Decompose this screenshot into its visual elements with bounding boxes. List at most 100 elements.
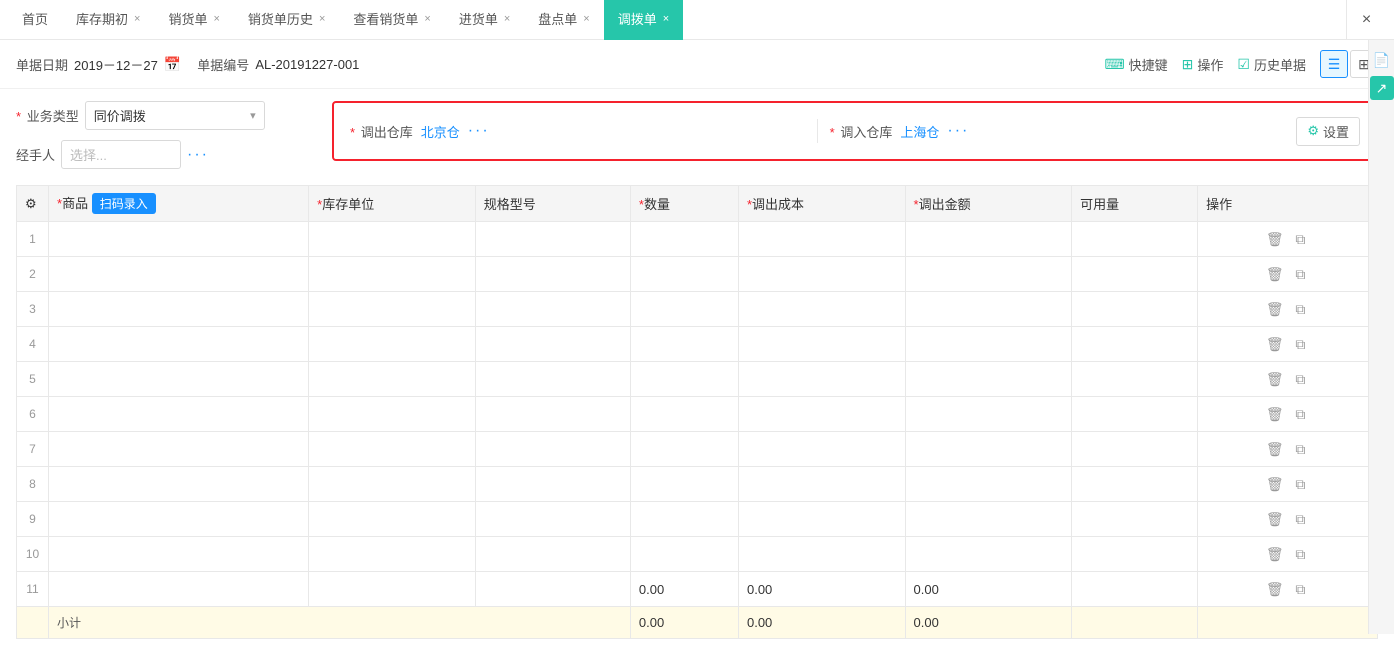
product-cell-4[interactable]: [49, 327, 309, 362]
quantity-cell-7[interactable]: [630, 432, 738, 467]
operations-button[interactable]: ⊞ 操作: [1182, 55, 1224, 74]
available-cell-3[interactable]: [1072, 292, 1198, 327]
tab-close-inventory-check[interactable]: ×: [583, 13, 589, 25]
amount-cell-9[interactable]: [905, 502, 1072, 537]
product-cell-7[interactable]: [49, 432, 309, 467]
delete-icon-11[interactable]: 🗑: [1264, 578, 1286, 600]
available-cell-1[interactable]: [1072, 222, 1198, 257]
available-cell-9[interactable]: [1072, 502, 1198, 537]
quantity-cell-2[interactable]: [630, 257, 738, 292]
copy-icon-5[interactable]: ⧉: [1289, 368, 1311, 390]
tab-view-sales[interactable]: 查看销货单 ×: [339, 0, 444, 40]
tab-close-transfer-order[interactable]: ×: [663, 13, 669, 25]
cost-cell-6[interactable]: [738, 397, 905, 432]
tab-close-sales-history[interactable]: ×: [319, 13, 325, 25]
cost-cell-9[interactable]: [738, 502, 905, 537]
unit-cell-1[interactable]: [309, 222, 476, 257]
unit-cell-6[interactable]: [309, 397, 476, 432]
tab-inventory-check[interactable]: 盘点单 ×: [524, 0, 603, 40]
quantity-cell-8[interactable]: [630, 467, 738, 502]
scan-barcode-button[interactable]: 扫码录入: [92, 193, 156, 214]
delete-icon-2[interactable]: 🗑: [1264, 263, 1286, 285]
amount-cell-4[interactable]: [905, 327, 1072, 362]
copy-icon-9[interactable]: ⧉: [1289, 508, 1311, 530]
available-cell-10[interactable]: [1072, 537, 1198, 572]
tab-sales-order[interactable]: 销货单 ×: [154, 0, 233, 40]
spec-cell-6[interactable]: [475, 397, 630, 432]
amount-cell-7[interactable]: [905, 432, 1072, 467]
spec-cell-9[interactable]: [475, 502, 630, 537]
available-cell-11[interactable]: [1072, 572, 1198, 607]
amount-cell-1[interactable]: [905, 222, 1072, 257]
copy-icon-8[interactable]: ⧉: [1289, 473, 1311, 495]
quantity-cell-9[interactable]: [630, 502, 738, 537]
unit-cell-8[interactable]: [309, 467, 476, 502]
cost-cell-8[interactable]: [738, 467, 905, 502]
copy-icon-1[interactable]: ⧉: [1289, 228, 1311, 250]
copy-icon-11[interactable]: ⧉: [1289, 578, 1311, 600]
amount-cell-2[interactable]: [905, 257, 1072, 292]
cost-cell-11[interactable]: 0.00: [738, 572, 905, 607]
cost-cell-3[interactable]: [738, 292, 905, 327]
cost-cell-5[interactable]: [738, 362, 905, 397]
handler-more-icon[interactable]: ···: [187, 146, 209, 164]
available-cell-6[interactable]: [1072, 397, 1198, 432]
tab-home[interactable]: 首页: [8, 0, 62, 40]
cost-cell-1[interactable]: [738, 222, 905, 257]
amount-cell-3[interactable]: [905, 292, 1072, 327]
product-cell-10[interactable]: [49, 537, 309, 572]
unit-cell-4[interactable]: [309, 327, 476, 362]
available-cell-4[interactable]: [1072, 327, 1198, 362]
history-button[interactable]: ☑ 历史单据: [1237, 55, 1306, 74]
delete-icon-1[interactable]: 🗑: [1264, 228, 1286, 250]
spec-cell-2[interactable]: [475, 257, 630, 292]
unit-cell-10[interactable]: [309, 537, 476, 572]
delete-icon-3[interactable]: 🗑: [1264, 298, 1286, 320]
amount-cell-10[interactable]: [905, 537, 1072, 572]
tab-sales-history[interactable]: 销货单历史 ×: [234, 0, 339, 40]
tab-close-view-sales[interactable]: ×: [424, 13, 430, 25]
calendar-icon[interactable]: 📅: [164, 56, 181, 73]
delete-icon-5[interactable]: 🗑: [1264, 368, 1286, 390]
product-cell-11[interactable]: [49, 572, 309, 607]
shortcuts-button[interactable]: ⌨ 快捷键: [1104, 55, 1167, 74]
available-cell-5[interactable]: [1072, 362, 1198, 397]
delete-icon-7[interactable]: 🗑: [1264, 438, 1286, 460]
copy-icon-4[interactable]: ⧉: [1289, 333, 1311, 355]
amount-cell-6[interactable]: [905, 397, 1072, 432]
available-cell-8[interactable]: [1072, 467, 1198, 502]
spec-cell-3[interactable]: [475, 292, 630, 327]
in-warehouse-more-icon[interactable]: ···: [947, 122, 969, 140]
product-cell-1[interactable]: [49, 222, 309, 257]
amount-cell-8[interactable]: [905, 467, 1072, 502]
sidebar-doc-icon[interactable]: 📄: [1370, 48, 1394, 72]
unit-cell-7[interactable]: [309, 432, 476, 467]
spec-cell-7[interactable]: [475, 432, 630, 467]
available-cell-2[interactable]: [1072, 257, 1198, 292]
cost-cell-7[interactable]: [738, 432, 905, 467]
available-cell-7[interactable]: [1072, 432, 1198, 467]
spec-cell-5[interactable]: [475, 362, 630, 397]
sidebar-export-icon[interactable]: ↗: [1370, 76, 1394, 100]
tab-close-purchase-order[interactable]: ×: [504, 13, 510, 25]
product-cell-6[interactable]: [49, 397, 309, 432]
handler-select[interactable]: 选择...: [61, 140, 181, 169]
unit-cell-9[interactable]: [309, 502, 476, 537]
spec-cell-11[interactable]: [475, 572, 630, 607]
copy-icon-2[interactable]: ⧉: [1289, 263, 1311, 285]
delete-icon-9[interactable]: 🗑: [1264, 508, 1286, 530]
unit-cell-5[interactable]: [309, 362, 476, 397]
copy-icon-3[interactable]: ⧉: [1289, 298, 1311, 320]
cost-cell-2[interactable]: [738, 257, 905, 292]
copy-icon-6[interactable]: ⧉: [1289, 403, 1311, 425]
product-cell-9[interactable]: [49, 502, 309, 537]
spec-cell-8[interactable]: [475, 467, 630, 502]
tab-transfer-order[interactable]: 调拨单 ×: [604, 0, 683, 40]
tab-close-sales-order[interactable]: ×: [213, 13, 219, 25]
quantity-cell-4[interactable]: [630, 327, 738, 362]
amount-cell-5[interactable]: [905, 362, 1072, 397]
copy-icon-7[interactable]: ⧉: [1289, 438, 1311, 460]
quantity-cell-6[interactable]: [630, 397, 738, 432]
delete-icon-6[interactable]: 🗑: [1264, 403, 1286, 425]
product-cell-8[interactable]: [49, 467, 309, 502]
